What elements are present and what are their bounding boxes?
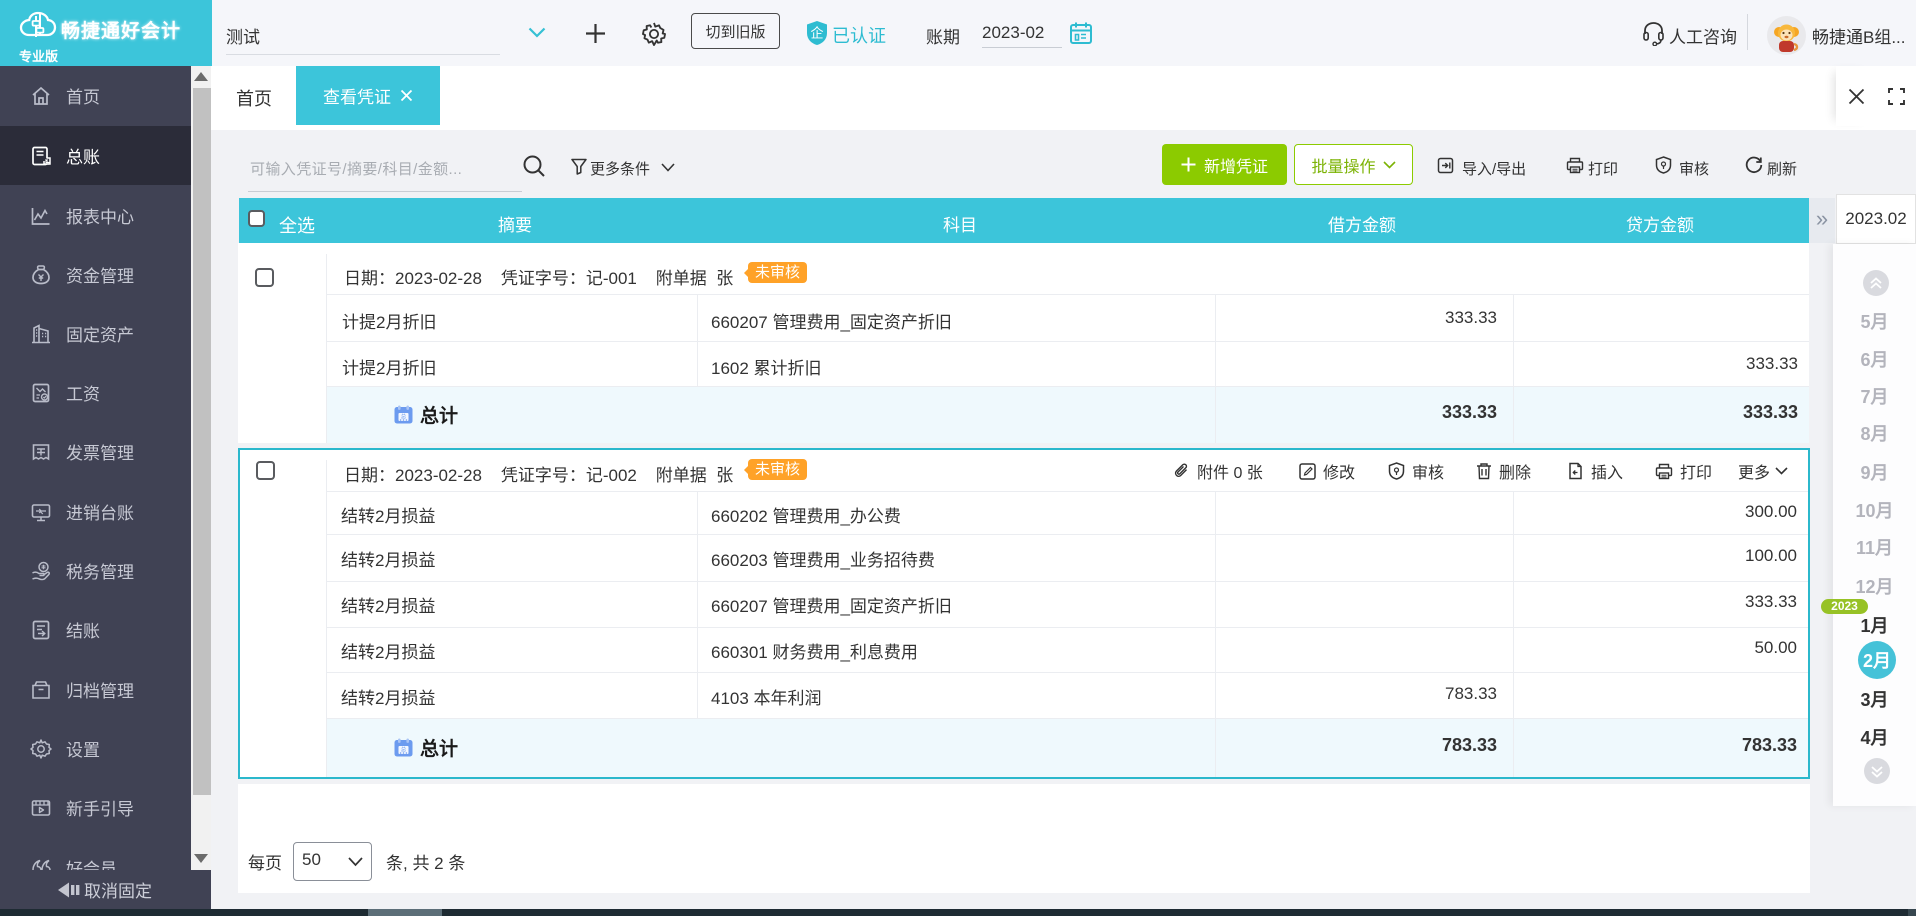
- svg-text:企: 企: [810, 26, 823, 41]
